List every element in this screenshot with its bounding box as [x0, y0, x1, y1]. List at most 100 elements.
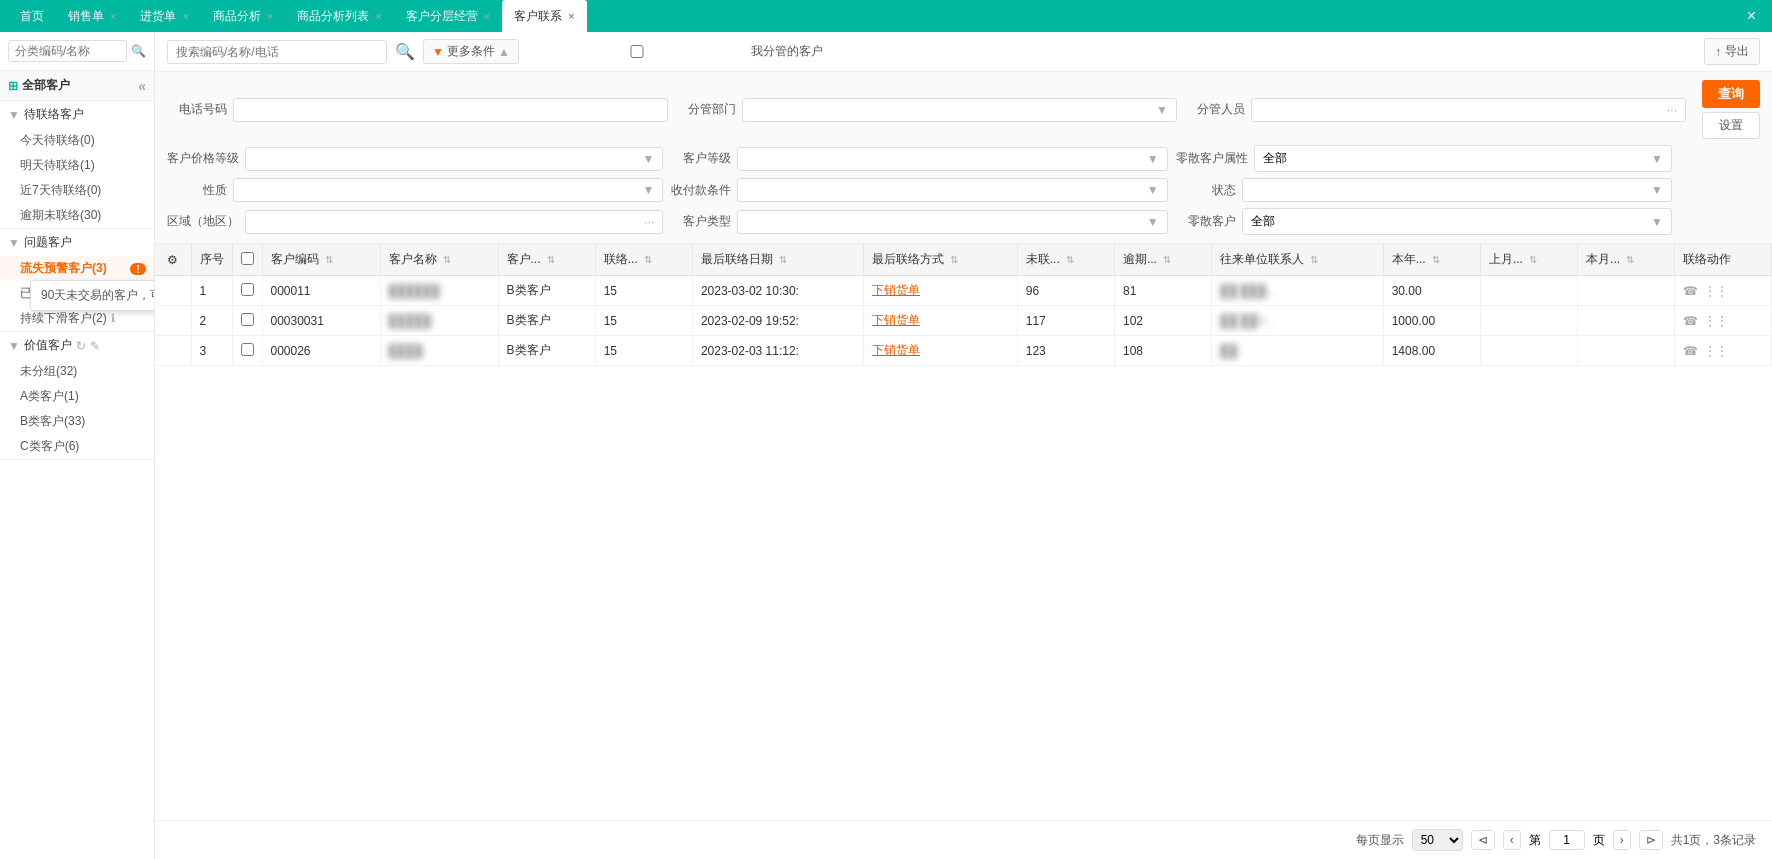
col-name[interactable]: 客户名称 ⇅ [380, 244, 498, 276]
region-dots-icon[interactable]: ··· [644, 215, 654, 229]
row-checkbox-1[interactable] [241, 313, 254, 326]
sidebar-all-customers[interactable]: ⊞ 全部客户 « [0, 71, 154, 101]
filter-customer-grade-select[interactable]: ▼ [737, 147, 1167, 171]
filter-customer-type-select[interactable]: ▼ [737, 210, 1167, 234]
cell-year-1: 1000.00 [1383, 306, 1480, 336]
close-purchase-tab[interactable]: × [182, 10, 188, 22]
col-code[interactable]: 客户编码 ⇅ [262, 244, 380, 276]
search-input[interactable] [167, 40, 387, 64]
manager-dots-icon[interactable]: ··· [1667, 103, 1677, 117]
action-more-icon-1[interactable]: ⋮⋮ [1704, 314, 1728, 328]
settings-button[interactable]: 设置 [1702, 112, 1760, 139]
lastmethod-link-0[interactable]: 下销货单 [872, 283, 920, 297]
sidebar-item-tomorrow[interactable]: 明天待联络(1) [0, 153, 154, 178]
nav-sales[interactable]: 销售单 × [56, 0, 128, 32]
filter-customer-grade: 客户等级 ▼ [671, 147, 1167, 171]
sidebar-item-today[interactable]: 今天待联络(0) [0, 128, 154, 153]
search-button[interactable]: 🔍 [395, 42, 415, 61]
cell-thismonth-0 [1578, 276, 1675, 306]
next-page-button[interactable]: › [1613, 830, 1631, 850]
cell-check-1[interactable] [232, 306, 262, 336]
col-settings[interactable]: ⚙ [155, 244, 191, 276]
action-contact-icon-1[interactable]: ☎ [1683, 314, 1698, 328]
cell-lastmethod-2[interactable]: 下销货单 [864, 336, 1018, 366]
nav-home[interactable]: 首页 [8, 0, 56, 32]
filter-phone-input[interactable] [233, 98, 668, 122]
filter-status-label: 状态 [1176, 182, 1236, 199]
col-contact[interactable]: 联络... ⇅ [595, 244, 692, 276]
window-close-button[interactable]: × [1739, 7, 1764, 25]
query-button[interactable]: 查询 [1702, 80, 1760, 108]
filter-payment-select[interactable]: ▼ [737, 178, 1167, 202]
action-more-icon-2[interactable]: ⋮⋮ [1704, 344, 1728, 358]
filter-price-tier-select[interactable]: ▼ [245, 147, 663, 171]
col-year[interactable]: 本年... ⇅ [1383, 244, 1480, 276]
close-customer-contact-tab[interactable]: × [568, 10, 574, 22]
select-all-checkbox[interactable] [241, 252, 254, 265]
cell-lastmethod-1[interactable]: 下销货单 [864, 306, 1018, 336]
sidebar-item-ungrouped[interactable]: 未分组(32) [0, 359, 154, 384]
cell-check-2[interactable] [232, 336, 262, 366]
lastmethod-link-2[interactable]: 下销货单 [872, 343, 920, 357]
filter-nature-select[interactable]: ▼ [233, 178, 663, 202]
col-lastmonth[interactable]: 上月... ⇅ [1480, 244, 1577, 276]
sidebar-item-class-b[interactable]: B类客户(33) [0, 409, 154, 434]
last-page-button[interactable]: ⊳ [1639, 830, 1663, 850]
action-contact-icon-2[interactable]: ☎ [1683, 344, 1698, 358]
sort-code-icon: ⇅ [325, 254, 333, 265]
action-contact-icon-0[interactable]: ☎ [1683, 284, 1698, 298]
sidebar-item-7days[interactable]: 近7天待联络(0) [0, 178, 154, 203]
declining-info-icon[interactable]: ℹ [111, 312, 115, 325]
sidebar-search-icon[interactable]: 🔍 [131, 44, 146, 58]
cell-lastmethod-0[interactable]: 下销货单 [864, 276, 1018, 306]
nav-customer-tier[interactable]: 客户分层经营 × [394, 0, 502, 32]
row-checkbox-0[interactable] [241, 283, 254, 296]
row-checkbox-2[interactable] [241, 343, 254, 356]
my-customers-checkbox[interactable] [527, 45, 747, 58]
value-refresh-icon[interactable]: ↻ [76, 339, 86, 353]
value-edit-icon[interactable]: ✎ [90, 339, 100, 353]
export-button[interactable]: ↑ 导出 [1704, 38, 1760, 65]
sidebar-item-class-c[interactable]: C类客户(6) [0, 434, 154, 459]
col-lastdate[interactable]: 最后联络日期 ⇅ [692, 244, 863, 276]
col-type[interactable]: 客户... ⇅ [498, 244, 595, 276]
close-customer-tier-tab[interactable]: × [484, 10, 490, 22]
nav-analysis[interactable]: 商品分析 × [201, 0, 285, 32]
sidebar-item-class-a[interactable]: A类客户(1) [0, 384, 154, 409]
prev-page-button[interactable]: ‹ [1503, 830, 1521, 850]
first-page-button[interactable]: ⊲ [1471, 830, 1495, 850]
action-more-icon-0[interactable]: ⋮⋮ [1704, 284, 1728, 298]
close-sales-tab[interactable]: × [110, 10, 116, 22]
filter-manager-input[interactable]: ··· [1251, 98, 1686, 122]
sidebar-search-input[interactable] [8, 40, 127, 62]
my-customers-checkbox-label[interactable]: 我分管的客户 [527, 43, 823, 60]
cell-check-0[interactable] [232, 276, 262, 306]
col-uncontacted[interactable]: 未联... ⇅ [1017, 244, 1114, 276]
nav-purchase[interactable]: 进货单 × [128, 0, 200, 32]
per-page-select[interactable]: 50 100 200 [1412, 829, 1463, 851]
col-check[interactable] [232, 244, 262, 276]
close-analysis-list-tab[interactable]: × [375, 10, 381, 22]
filter-button[interactable]: ▼ 更多条件 ▲ [423, 39, 519, 64]
page-number-input[interactable] [1549, 830, 1585, 850]
filter-retail-customer-select[interactable]: 全部 ▼ [1242, 208, 1672, 235]
filter-dept-select[interactable]: ▼ [742, 98, 1177, 122]
close-analysis-tab[interactable]: × [267, 10, 273, 22]
col-contact-person[interactable]: 往来单位联系人 ⇅ [1212, 244, 1384, 276]
sidebar-section-pending-header[interactable]: ▼ 待联络客户 [0, 101, 154, 128]
cell-type-0: B类客户 [498, 276, 595, 306]
filter-region-select[interactable]: ··· [245, 210, 663, 234]
col-overdue[interactable]: 逾期... ⇅ [1114, 244, 1211, 276]
nav-analysis-list[interactable]: 商品分析列表 × [285, 0, 393, 32]
sort-contact-icon: ⇅ [644, 254, 652, 265]
col-thismonth[interactable]: 本月... ⇅ [1578, 244, 1675, 276]
filter-status-select[interactable]: ▼ [1242, 178, 1672, 202]
sidebar-section-value-header[interactable]: ▼ 价值客户 ↻ ✎ [0, 332, 154, 359]
sidebar-item-churn-warning[interactable]: 流失预警客户(3) ! [0, 256, 154, 281]
nav-customer-contact[interactable]: 客户联系 × [502, 0, 586, 32]
col-lastmethod[interactable]: 最后联络方式 ⇅ [864, 244, 1018, 276]
lastmethod-link-1[interactable]: 下销货单 [872, 313, 920, 327]
sidebar-section-problem-header[interactable]: ▼ 问题客户 [0, 229, 154, 256]
sidebar-item-overdue-contact[interactable]: 逾期未联络(30) [0, 203, 154, 228]
filter-retail-attr-select[interactable]: 全部 ▼ [1254, 145, 1672, 172]
